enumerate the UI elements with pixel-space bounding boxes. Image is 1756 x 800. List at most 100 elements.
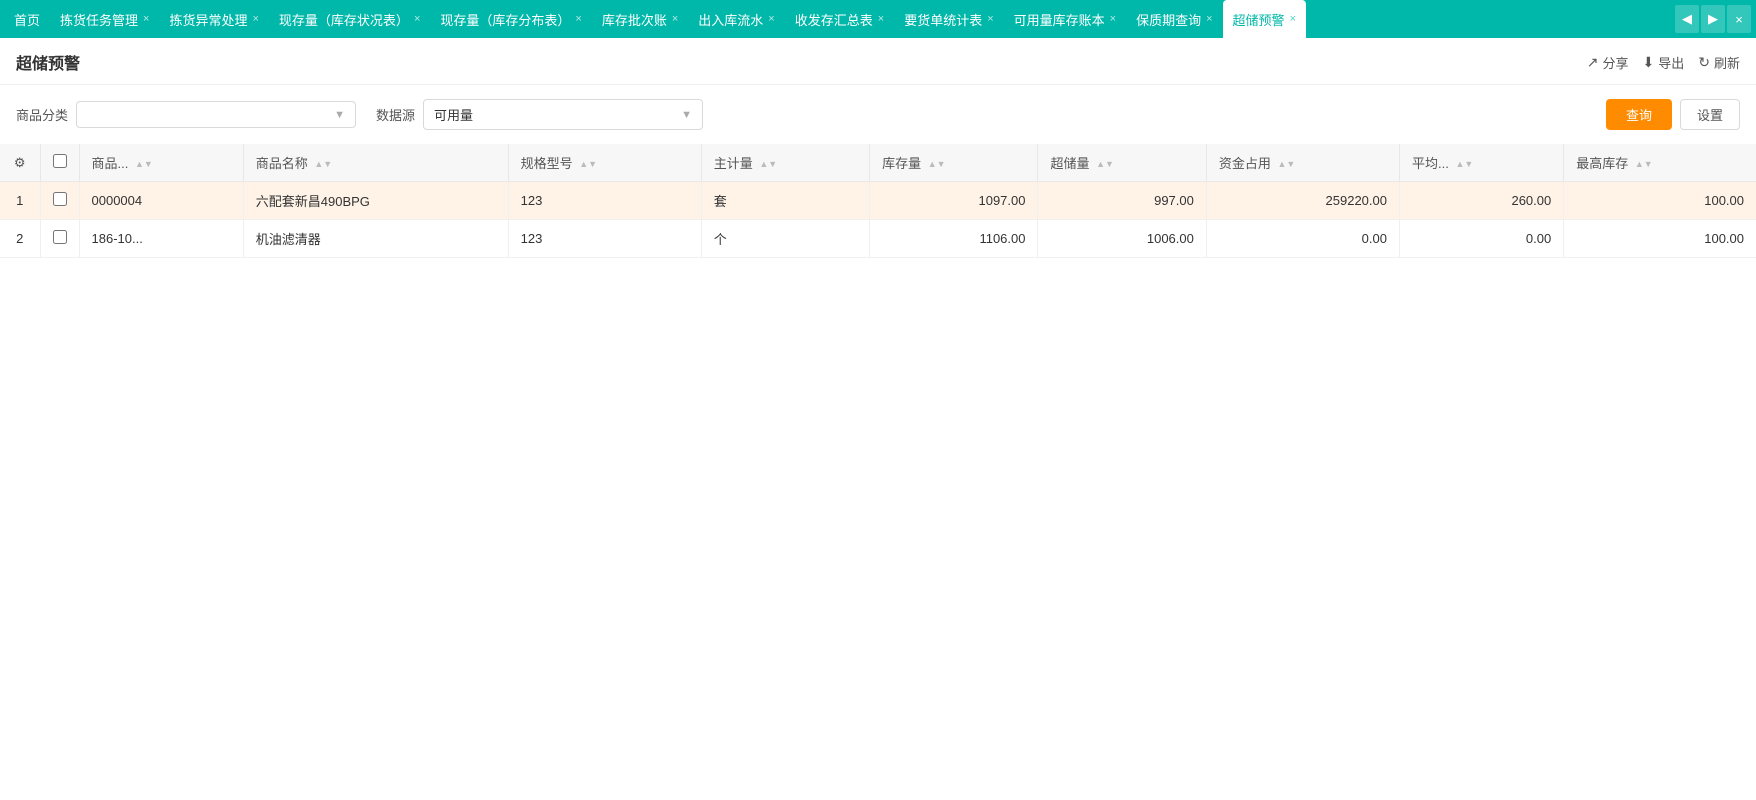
column-overstock[interactable]: 超储量 ▲▼ (1038, 144, 1206, 182)
capital: 259220.00 (1206, 182, 1399, 220)
close-tab-icon[interactable]: × (878, 13, 884, 25)
nav-item-expiry[interactable]: 保质期查询 × (1126, 0, 1222, 38)
row-checkbox-cell (40, 220, 79, 258)
nav-item-stock-status[interactable]: 现存量（库存状况表） × (269, 0, 430, 38)
column-product-name[interactable]: 商品名称 ▲▼ (243, 144, 508, 182)
nav-label: 收发存汇总表 (795, 10, 873, 29)
table-header-row: ⚙ 商品... ▲▼ 商品名称 ▲▼ 规格型号 ▲▼ (0, 144, 1756, 182)
overstock: 1006.00 (1038, 220, 1206, 258)
column-product-name-label: 商品名称 (256, 156, 308, 171)
data-table: ⚙ 商品... ▲▼ 商品名称 ▲▼ 规格型号 ▲▼ (0, 144, 1756, 258)
avg: 260.00 (1399, 182, 1563, 220)
product-name: 机油滤清器 (243, 220, 508, 258)
column-overstock-label: 超储量 (1050, 156, 1089, 171)
header-actions: ↗ 分享 ⬇ 导出 ↻ 刷新 (1587, 53, 1740, 72)
datasource-filter-group: 数据源 可用量 ▼ (376, 99, 703, 130)
close-tab-icon[interactable]: × (672, 13, 678, 25)
filter-bar: 商品分类 ▼ 数据源 可用量 ▼ 查询 设置 (0, 85, 1756, 144)
close-tab-icon[interactable]: × (768, 13, 774, 25)
column-gear[interactable]: ⚙ (0, 144, 40, 182)
nav-close-button[interactable]: × (1727, 5, 1751, 33)
nav-label: 拣货任务管理 (60, 10, 138, 29)
column-product-code-label: 商品... (92, 156, 129, 171)
page-title: 超储预警 (16, 50, 80, 74)
nav-item-home-label: 首页 (14, 10, 40, 29)
refresh-button[interactable]: ↻ 刷新 (1698, 53, 1740, 72)
nav-label: 保质期查询 (1136, 10, 1201, 29)
sort-arrows-icon: ▲▼ (759, 160, 777, 169)
nav-item-home[interactable]: 首页 (4, 0, 50, 38)
row-checkbox[interactable] (53, 230, 67, 244)
nav-item-batch[interactable]: 库存批次账 × (592, 0, 688, 38)
nav-item-abnormal[interactable]: 拣货异常处理 × (159, 0, 268, 38)
sort-arrows-icon: ▲▼ (135, 160, 153, 169)
query-button[interactable]: 查询 (1606, 99, 1672, 130)
capital: 0.00 (1206, 220, 1399, 258)
column-product-code[interactable]: 商品... ▲▼ (79, 144, 243, 182)
column-stock-label: 库存量 (882, 156, 921, 171)
sort-arrows-icon: ▲▼ (1455, 160, 1473, 169)
export-label: 导出 (1658, 53, 1684, 72)
close-tab-icon[interactable]: × (143, 13, 149, 25)
table-row: 1 0000004 六配套新昌490BPG 123 套 1097.00 997.… (0, 182, 1756, 220)
product-category-filter-group: 商品分类 ▼ (16, 101, 356, 128)
nav-prev-button[interactable]: ◀ (1675, 5, 1699, 33)
table-row: 2 186-10... 机油滤清器 123 个 1106.00 1006.00 … (0, 220, 1756, 258)
column-unit[interactable]: 主计量 ▲▼ (701, 144, 869, 182)
row-checkbox[interactable] (53, 192, 67, 206)
spec: 123 (508, 220, 701, 258)
spec: 123 (508, 182, 701, 220)
column-max-stock[interactable]: 最高库存 ▲▼ (1564, 144, 1756, 182)
select-all-checkbox[interactable] (53, 154, 67, 168)
max-stock: 100.00 (1564, 182, 1756, 220)
column-capital[interactable]: 资金占用 ▲▼ (1206, 144, 1399, 182)
main-content: 超储预警 ↗ 分享 ⬇ 导出 ↻ 刷新 商品分类 ▼ 数据源 (0, 38, 1756, 800)
nav-item-task-mgmt[interactable]: 拣货任务管理 × (50, 0, 159, 38)
column-unit-label: 主计量 (714, 156, 753, 171)
row-checkbox-cell (40, 182, 79, 220)
sort-arrows-icon: ▲▼ (579, 160, 597, 169)
column-stock[interactable]: 库存量 ▲▼ (870, 144, 1038, 182)
sort-arrows-icon: ▲▼ (928, 160, 946, 169)
row-num: 1 (0, 182, 40, 220)
datasource-select[interactable]: 可用量 ▼ (423, 99, 703, 130)
page-header: 超储预警 ↗ 分享 ⬇ 导出 ↻ 刷新 (0, 38, 1756, 85)
settings-button[interactable]: 设置 (1680, 99, 1740, 130)
nav-label: 拣货异常处理 (169, 10, 247, 29)
product-category-select[interactable]: ▼ (76, 101, 356, 128)
nav-item-stock-dist[interactable]: 现存量（库存分布表） × (430, 0, 591, 38)
share-label: 分享 (1602, 53, 1628, 72)
column-checkbox (40, 144, 79, 182)
product-name: 六配套新昌490BPG (243, 182, 508, 220)
close-tab-icon[interactable]: × (252, 13, 258, 25)
close-tab-icon[interactable]: × (1110, 13, 1116, 25)
stock: 1097.00 (870, 182, 1038, 220)
export-button[interactable]: ⬇ 导出 (1643, 53, 1685, 72)
nav-item-recv-send[interactable]: 收发存汇总表 × (785, 0, 894, 38)
close-tab-icon[interactable]: × (575, 13, 581, 25)
unit: 个 (701, 220, 869, 258)
nav-item-inout-flow[interactable]: 出入库流水 × (688, 0, 784, 38)
export-icon: ⬇ (1643, 54, 1655, 71)
nav-item-overstock[interactable]: 超储预警 × (1223, 0, 1306, 38)
product-category-label: 商品分类 (16, 105, 68, 124)
share-button[interactable]: ↗ 分享 (1587, 53, 1629, 72)
close-tab-icon[interactable]: × (414, 13, 420, 25)
datasource-label: 数据源 (376, 105, 415, 124)
nav-arrows: ◀ ▶ × (1674, 5, 1752, 33)
nav-item-demand-stat[interactable]: 要货单统计表 × (894, 0, 1003, 38)
close-tab-icon[interactable]: × (1290, 13, 1296, 25)
nav-label: 现存量（库存状况表） (279, 10, 409, 29)
column-avg[interactable]: 平均... ▲▼ (1399, 144, 1563, 182)
column-spec[interactable]: 规格型号 ▲▼ (508, 144, 701, 182)
close-tab-icon[interactable]: × (987, 13, 993, 25)
nav-label: 库存批次账 (602, 10, 667, 29)
close-tab-icon[interactable]: × (1206, 13, 1212, 25)
row-num: 2 (0, 220, 40, 258)
column-avg-label: 平均... (1412, 156, 1449, 171)
nav-item-avail-stock[interactable]: 可用量库存账本 × (1004, 0, 1126, 38)
nav-next-button[interactable]: ▶ (1701, 5, 1725, 33)
sort-arrows-icon: ▲▼ (1635, 160, 1653, 169)
chevron-down-icon: ▼ (681, 109, 692, 121)
filter-actions: 查询 设置 (1606, 99, 1740, 130)
